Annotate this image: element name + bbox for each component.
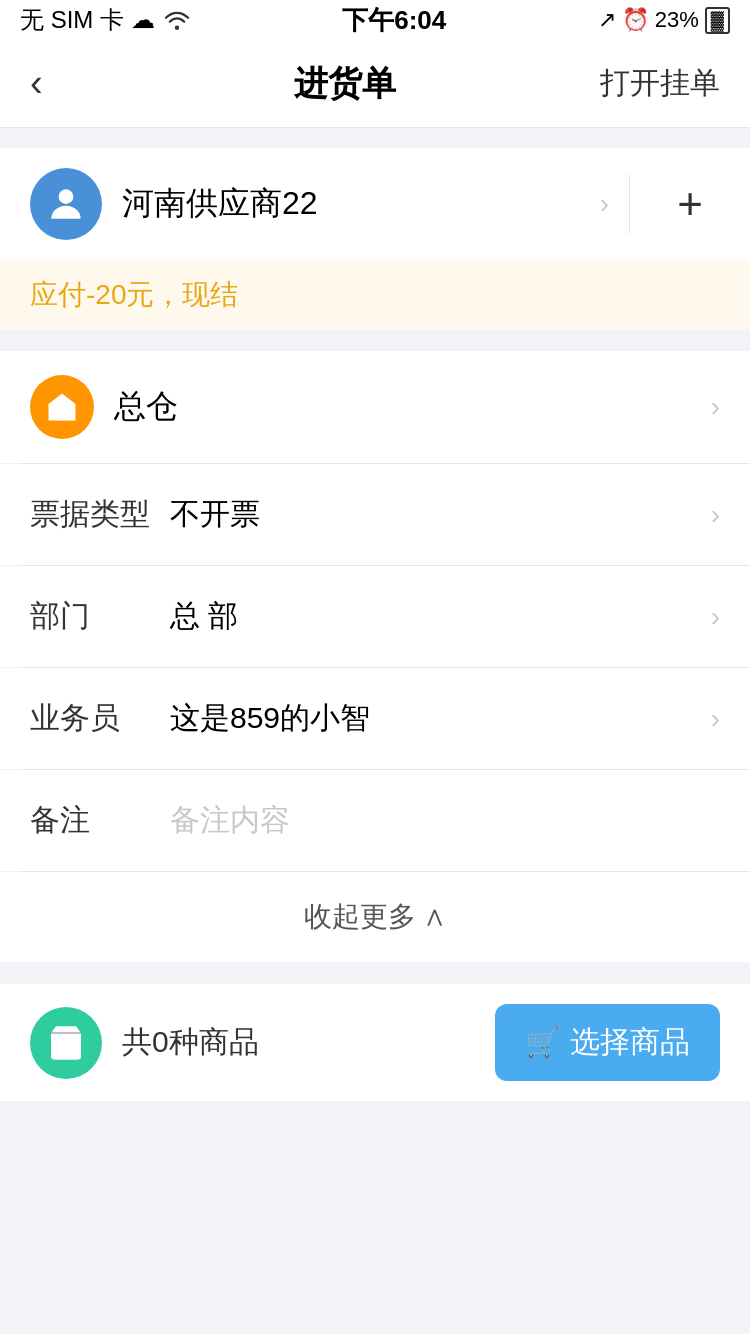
footer-row: 共0种商品 🛒 选择商品 <box>0 984 750 1101</box>
supplier-name: 河南供应商22 <box>122 182 600 226</box>
ticket-type-value: 不开票 <box>170 494 711 535</box>
salesperson-row[interactable]: 业务员 这是859的小智 › <box>0 668 750 769</box>
alarm-icon: ⏰ <box>622 7 649 33</box>
sim-label: 无 SIM 卡 ☁ <box>20 4 155 36</box>
warehouse-icon-bg <box>30 375 94 439</box>
salesperson-value: 这是859的小智 <box>170 698 711 739</box>
svg-point-0 <box>59 189 74 204</box>
product-count-label: 共0种商品 <box>122 1022 495 1063</box>
warehouse-arrow-icon: › <box>711 391 720 423</box>
rest-background <box>0 1101 750 1334</box>
location-icon: ↗ <box>598 7 616 33</box>
department-value: 总 部 <box>170 596 711 637</box>
status-bar-left: 无 SIM 卡 ☁ <box>20 4 191 36</box>
status-bar-right: ↗ ⏰ 23% ▓ <box>598 7 730 34</box>
status-bar: 无 SIM 卡 ☁ 下午6:04 ↗ ⏰ 23% ▓ <box>0 0 750 40</box>
warehouse-icon <box>44 389 80 425</box>
svg-rect-1 <box>56 410 68 421</box>
person-icon <box>44 182 88 226</box>
salesperson-label: 业务员 <box>30 698 170 739</box>
open-pending-button[interactable]: 打开挂单 <box>600 63 720 104</box>
wifi-icon <box>163 10 191 30</box>
department-arrow-icon: › <box>711 601 720 633</box>
battery-label: 23% <box>655 7 699 33</box>
ticket-type-row[interactable]: 票据类型 不开票 › <box>0 464 750 565</box>
remark-label: 备注 <box>30 800 170 841</box>
ticket-type-label: 票据类型 <box>30 494 170 535</box>
supplier-arrow-icon: › <box>600 188 609 220</box>
page-title: 进货单 <box>294 61 396 107</box>
ticket-type-arrow-icon: › <box>711 499 720 531</box>
collapse-button[interactable]: 收起更多 ∧ <box>0 872 750 962</box>
section-gap-3 <box>0 962 750 982</box>
select-icon: 🛒 <box>525 1026 560 1059</box>
salesperson-arrow-icon: › <box>711 703 720 735</box>
add-button[interactable]: + <box>660 174 720 234</box>
select-product-button[interactable]: 🛒 选择商品 <box>495 1004 720 1081</box>
section-gap-2 <box>0 331 750 351</box>
collapse-label: 收起更多 ∧ <box>304 898 447 936</box>
supplier-section[interactable]: 河南供应商22 › + <box>0 148 750 260</box>
cart-icon <box>46 1023 86 1063</box>
battery-icon: ▓ <box>705 7 730 34</box>
notice-bar: 应付-20元，现结 <box>0 260 750 331</box>
warehouse-row[interactable]: 总仓 › <box>0 351 750 463</box>
section-gap-1 <box>0 128 750 148</box>
department-row[interactable]: 部门 总 部 › <box>0 566 750 667</box>
nav-bar: ‹ 进货单 打开挂单 <box>0 40 750 128</box>
back-button[interactable]: ‹ <box>30 62 90 105</box>
department-label: 部门 <box>30 596 170 637</box>
warehouse-name: 总仓 <box>114 385 711 429</box>
vertical-divider <box>629 174 630 234</box>
select-btn-label: 选择商品 <box>570 1022 690 1063</box>
remark-placeholder[interactable]: 备注内容 <box>170 800 720 841</box>
supplier-avatar <box>30 168 102 240</box>
cart-icon-bg <box>30 1007 102 1079</box>
status-bar-time: 下午6:04 <box>342 3 446 38</box>
remark-row[interactable]: 备注 备注内容 <box>0 770 750 871</box>
